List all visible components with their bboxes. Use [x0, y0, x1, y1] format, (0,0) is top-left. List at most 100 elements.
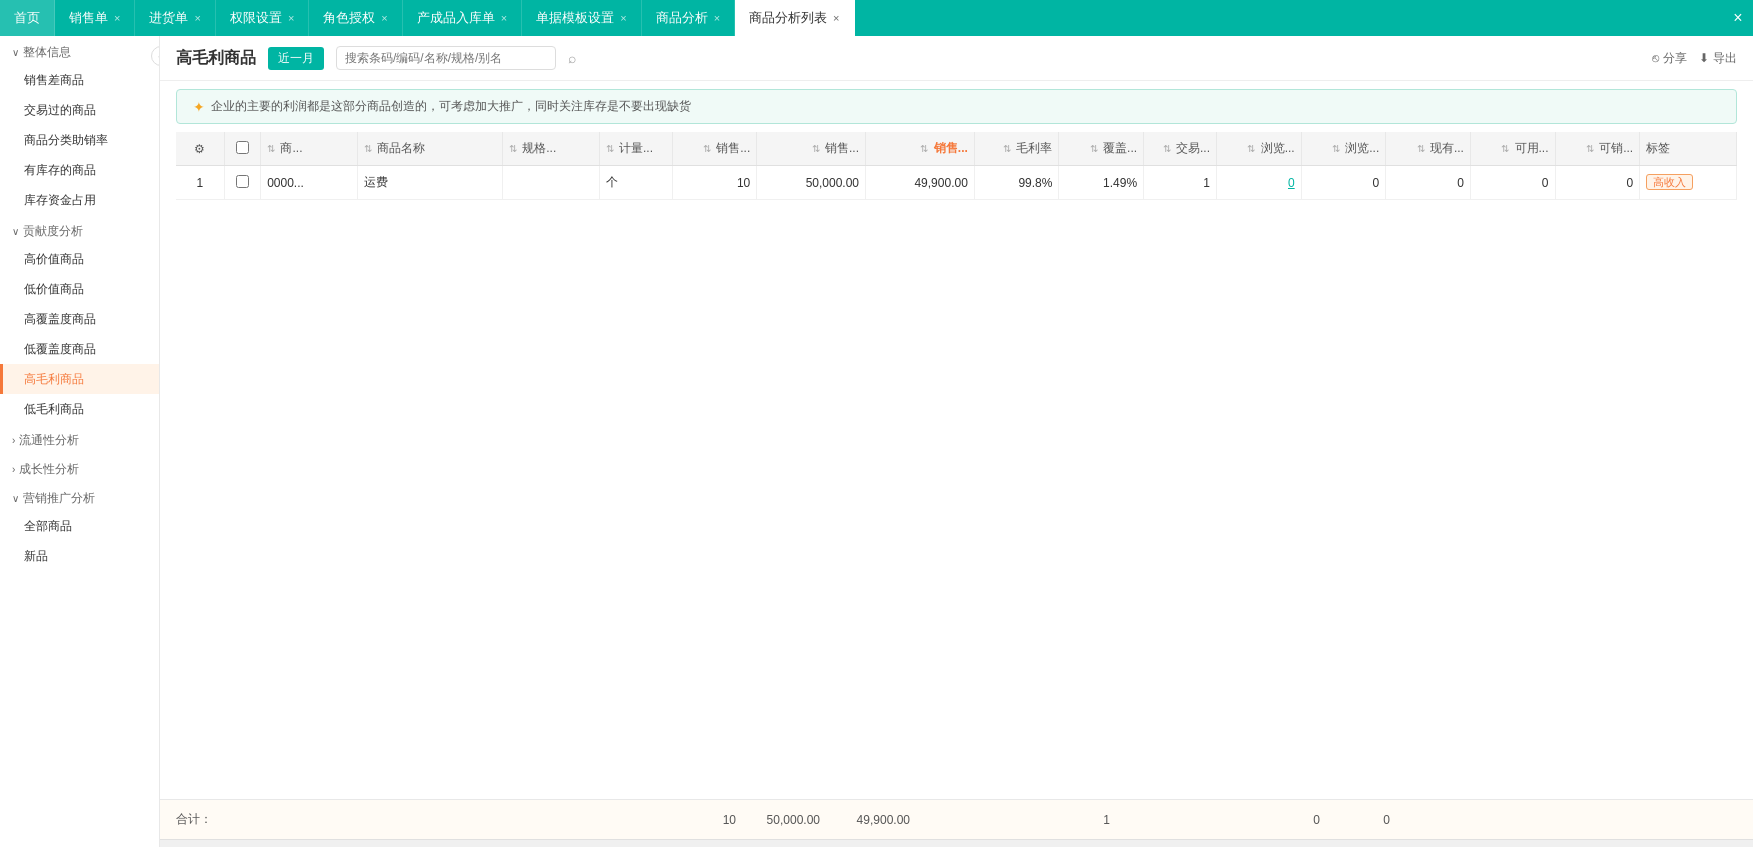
close-sales-order-icon[interactable]: × [114, 12, 120, 24]
nav-product-analysis[interactable]: 商品分析 × [642, 0, 735, 36]
col-header-unit[interactable]: ⇅ 计量... [599, 132, 672, 166]
sidebar-item-poor-sales[interactable]: 销售差商品 [0, 65, 159, 95]
cell-browse2: 0 [1301, 166, 1386, 200]
sort-icon-gross: ⇅ [1003, 143, 1011, 154]
col-header-name[interactable]: ⇅ 商品名称 [357, 132, 502, 166]
sidebar-item-high-value[interactable]: 高价值商品 [0, 244, 159, 274]
time-filter-button[interactable]: 近一月 [268, 47, 324, 70]
nav-template-settings[interactable]: 单据模板设置 × [522, 0, 641, 36]
col-header-sale-qty[interactable]: ⇅ 销售... [672, 132, 757, 166]
sidebar-item-low-value[interactable]: 低价值商品 [0, 274, 159, 304]
top-navigation: 首页 销售单 × 进货单 × 权限设置 × 角色授权 × 产成品入库单 × 单据… [0, 0, 1753, 36]
close-role-auth-icon[interactable]: × [381, 12, 387, 24]
col-header-trade[interactable]: ⇅ 交易... [1144, 132, 1217, 166]
chevron-down-icon: ∨ [12, 47, 19, 58]
content-header: 高毛利商品 近一月 ⌕ ⎋ 分享 ⬇ 导出 [160, 36, 1753, 81]
nav-product-analysis-list[interactable]: 商品分析列表 × [735, 0, 854, 36]
cell-stock2: 0 [1470, 166, 1555, 200]
search-icon[interactable]: ⌕ [568, 50, 576, 66]
footer-stock2: 0 [1326, 813, 1396, 827]
sort-icon-cover: ⇅ [1090, 143, 1098, 154]
close-product-analysis-icon[interactable]: × [714, 12, 720, 24]
share-button[interactable]: ⎋ 分享 [1652, 50, 1687, 67]
table-row: 1 0000... 运费 个 10 50,000.00 49,900.00 99… [176, 166, 1737, 200]
sidebar-item-low-coverage[interactable]: 低覆盖度商品 [0, 334, 159, 364]
cell-sale-qty: 10 [672, 166, 757, 200]
cell-name: 运费 [357, 166, 502, 200]
sidebar-item-high-coverage[interactable]: 高覆盖度商品 [0, 304, 159, 334]
sidebar-group-liquidity[interactable]: › 流通性分析 [0, 424, 159, 453]
col-header-code[interactable]: ⇅ 商... [261, 132, 358, 166]
sidebar-group-contribution[interactable]: ∨ 贡献度分析 [0, 215, 159, 244]
sort-icon-browse1: ⇅ [1247, 143, 1255, 154]
nav-product-warehousing[interactable]: 产成品入库单 × [403, 0, 522, 36]
chevron-right-icon: › [12, 435, 15, 446]
col-header-sale-amount[interactable]: ⇅ 销售... [757, 132, 866, 166]
col-header-browse1[interactable]: ⇅ 浏览... [1217, 132, 1302, 166]
sidebar-item-high-margin[interactable]: 高毛利商品 [0, 364, 159, 394]
col-header-tag[interactable]: 标签 [1640, 132, 1737, 166]
cell-browse1[interactable]: 0 [1217, 166, 1302, 200]
col-header-coverage[interactable]: ⇅ 覆盖... [1059, 132, 1144, 166]
col-header-browse2[interactable]: ⇅ 浏览... [1301, 132, 1386, 166]
chevron-right-icon-2: › [12, 464, 15, 475]
sidebar-item-all-products[interactable]: 全部商品 [0, 511, 159, 541]
sort-icon: ⇅ [267, 143, 275, 154]
sidebar-item-new-products[interactable]: 新品 [0, 541, 159, 571]
footer-sale-qty: 10 [666, 813, 736, 827]
cell-sale-amount: 50,000.00 [757, 166, 866, 200]
sort-icon-sale1: ⇅ [812, 143, 820, 154]
page-title: 高毛利商品 [176, 48, 256, 69]
info-icon: ✦ [193, 99, 205, 115]
cell-tag: 高收入 [1640, 166, 1737, 200]
main-layout: « ∨ 整体信息 销售差商品 交易过的商品 商品分类助销率 有库存的商品 库存资… [0, 36, 1753, 847]
col-header-settings[interactable]: ⚙ [176, 132, 224, 166]
col-header-sale-net[interactable]: ⇅ 销售... [866, 132, 975, 166]
nav-role-auth[interactable]: 角色授权 × [309, 0, 402, 36]
settings-icon: ⚙ [194, 142, 205, 156]
col-header-checkbox[interactable] [224, 132, 260, 166]
sort-icon-salable: ⇅ [1586, 143, 1594, 154]
close-all-tabs-button[interactable]: × [1723, 0, 1753, 36]
cell-index: 1 [176, 166, 224, 200]
info-banner: ✦ 企业的主要的利润都是这部分商品创造的，可考虑加大推广，同时关注库存是不要出现… [176, 89, 1737, 124]
sidebar-item-stock-capital[interactable]: 库存资金占用 [0, 185, 159, 215]
cell-checkbox[interactable] [224, 166, 260, 200]
sidebar-item-category-assist-rate[interactable]: 商品分类助销率 [0, 125, 159, 155]
sort-icon-name: ⇅ [364, 143, 372, 154]
footer-sale-net: 49,900.00 [826, 813, 916, 827]
nav-purchase-order[interactable]: 进货单 × [135, 0, 215, 36]
col-header-stock2[interactable]: ⇅ 可用... [1470, 132, 1555, 166]
sort-icon-trade: ⇅ [1163, 143, 1171, 154]
close-purchase-order-icon[interactable]: × [194, 12, 200, 24]
chevron-down-icon-2: ∨ [12, 226, 19, 237]
sidebar-item-in-stock[interactable]: 有库存的商品 [0, 155, 159, 185]
close-product-analysis-list-icon[interactable]: × [833, 12, 839, 24]
nav-permission-settings[interactable]: 权限设置 × [216, 0, 309, 36]
cell-code: 0000... [261, 166, 358, 200]
table-header-row: ⚙ ⇅ 商... ⇅ 商品名称 [176, 132, 1737, 166]
horizontal-scrollbar[interactable] [160, 839, 1753, 847]
nav-sales-order[interactable]: 销售单 × [55, 0, 135, 36]
search-input[interactable] [336, 46, 556, 70]
close-product-warehousing-icon[interactable]: × [501, 12, 507, 24]
row-checkbox[interactable] [236, 175, 249, 188]
sidebar-group-overall-info[interactable]: ∨ 整体信息 [0, 36, 159, 65]
sidebar-item-low-margin[interactable]: 低毛利商品 [0, 394, 159, 424]
footer-label: 合计： [176, 811, 256, 828]
sort-icon-qty: ⇅ [703, 143, 711, 154]
close-permission-settings-icon[interactable]: × [288, 12, 294, 24]
close-template-settings-icon[interactable]: × [620, 12, 626, 24]
col-header-gross-rate[interactable]: ⇅ 毛利率 [974, 132, 1059, 166]
nav-home[interactable]: 首页 [0, 0, 55, 36]
footer-sale-amount: 50,000.00 [736, 813, 826, 827]
col-header-salable[interactable]: ⇅ 可销... [1555, 132, 1640, 166]
col-header-stock1[interactable]: ⇅ 现有... [1386, 132, 1471, 166]
export-button[interactable]: ⬇ 导出 [1699, 50, 1737, 67]
col-header-spec[interactable]: ⇅ 规格... [502, 132, 599, 166]
sidebar-group-marketing[interactable]: ∨ 营销推广分析 [0, 482, 159, 511]
select-all-checkbox[interactable] [236, 141, 249, 154]
cell-coverage: 1.49% [1059, 166, 1144, 200]
sidebar-item-traded-products[interactable]: 交易过的商品 [0, 95, 159, 125]
sidebar-group-growth[interactable]: › 成长性分析 [0, 453, 159, 482]
